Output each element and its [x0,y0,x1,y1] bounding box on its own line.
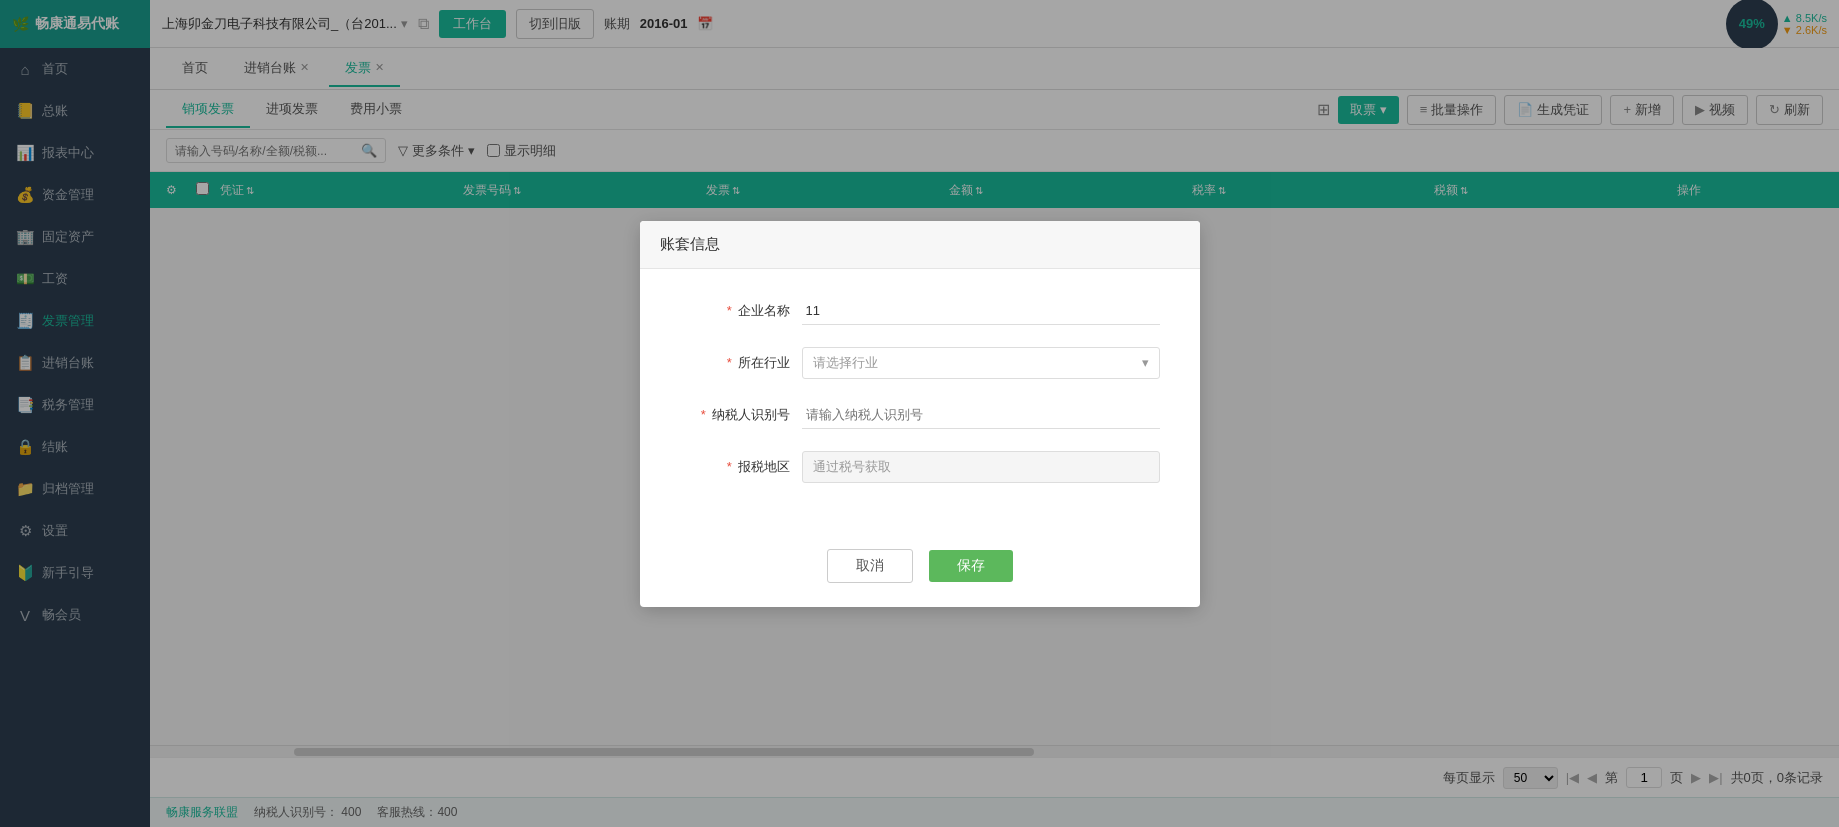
tax-region-row: * 报税地区 通过税号获取 [680,451,1160,483]
save-button[interactable]: 保存 [929,550,1013,582]
industry-row: * 所在行业 请选择行业 ▾ [680,347,1160,379]
tax-id-row: * 纳税人识别号 [680,401,1160,429]
tax-id-input[interactable] [802,401,1160,429]
industry-label: * 所在行业 [680,354,790,372]
company-name-label: * 企业名称 [680,302,790,320]
tax-id-label: * 纳税人识别号 [680,406,790,424]
modal-footer: 取消 保存 [640,533,1200,607]
cancel-button[interactable]: 取消 [827,549,913,583]
modal-title: 账套信息 [660,235,720,252]
tax-region-input: 通过税号获取 [802,451,1160,483]
modal-body: * 企业名称 * 所在行业 请选择行业 ▾ * [640,269,1200,533]
account-info-modal: 账套信息 * 企业名称 * 所在行业 请选择行业 ▾ [640,221,1200,607]
tax-region-label: * 报税地区 [680,458,790,476]
industry-chevron-icon: ▾ [1142,355,1149,370]
industry-select[interactable]: 请选择行业 ▾ [802,347,1160,379]
modal-overlay: 账套信息 * 企业名称 * 所在行业 请选择行业 ▾ [0,0,1839,827]
industry-placeholder: 请选择行业 [813,354,878,372]
required-mark: * [727,303,732,318]
company-name-input[interactable] [802,297,1160,325]
modal-header: 账套信息 [640,221,1200,269]
company-name-row: * 企业名称 [680,297,1160,325]
